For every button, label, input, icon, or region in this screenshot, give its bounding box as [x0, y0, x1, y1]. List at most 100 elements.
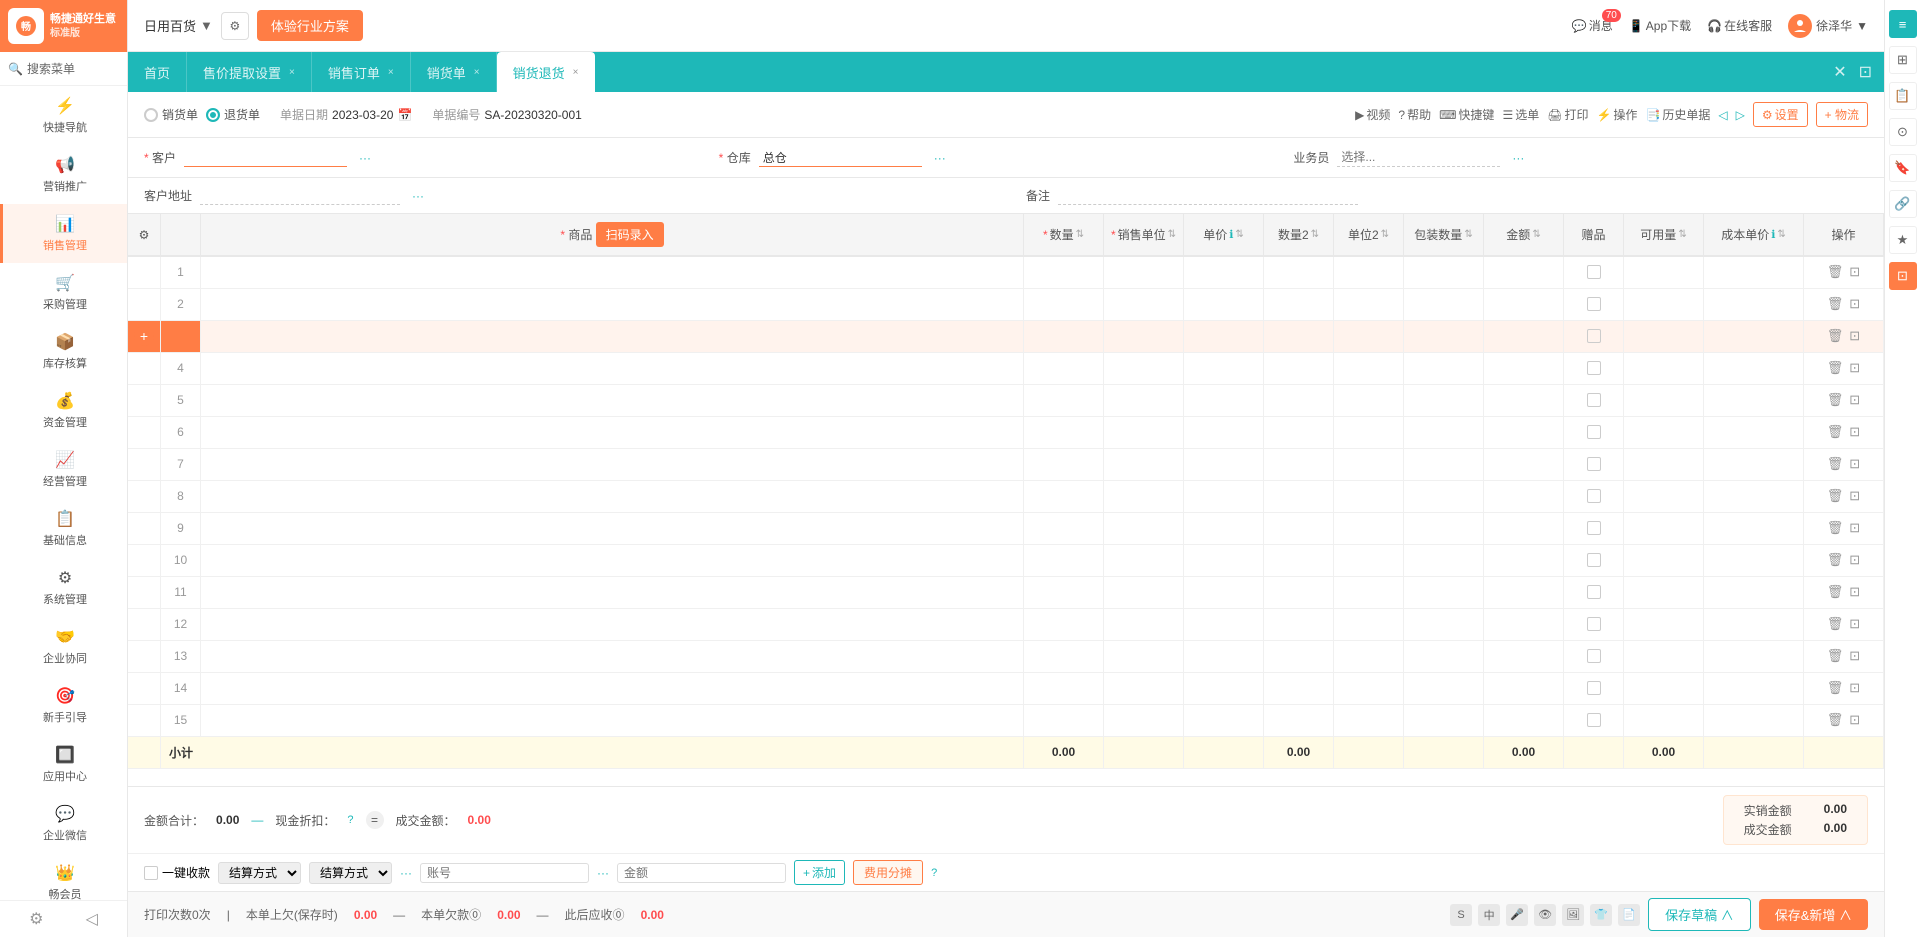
- tab-close-sales-order[interactable]: ×: [388, 67, 394, 78]
- row11-copy-icon[interactable]: ⊡: [1849, 584, 1860, 600]
- row8-delete-icon[interactable]: 🗑: [1827, 488, 1844, 504]
- row13-gift-check[interactable]: [1587, 649, 1601, 663]
- tab-sales-return[interactable]: 销货退货 ×: [497, 52, 596, 92]
- right-panel-grid-view[interactable]: ⊞: [1889, 46, 1917, 74]
- row5-gift-check[interactable]: [1587, 393, 1601, 407]
- row1-price[interactable]: [1184, 256, 1264, 288]
- row3-qty[interactable]: [1024, 320, 1104, 352]
- right-panel-circle[interactable]: ⊙: [1889, 118, 1917, 146]
- row7-delete-icon[interactable]: 🗑: [1827, 456, 1844, 472]
- row12-delete-icon[interactable]: 🗑: [1827, 616, 1844, 632]
- amount-input[interactable]: [617, 863, 786, 883]
- sidebar-item-quicknav[interactable]: ⚡ 快捷导航: [0, 86, 127, 145]
- row5-copy-icon[interactable]: ⊡: [1849, 392, 1860, 408]
- tab-close-all[interactable]: ✕: [1829, 62, 1850, 82]
- app-download-link[interactable]: 📱 App下载: [1629, 17, 1691, 34]
- save-new-button[interactable]: 保存&新增 ∧: [1759, 899, 1868, 930]
- row8-copy-icon[interactable]: ⊡: [1849, 488, 1860, 504]
- video-action[interactable]: ▶ 视频: [1355, 106, 1390, 123]
- avail-sort-icon[interactable]: ⇅: [1678, 229, 1686, 240]
- discount-info-icon[interactable]: ?: [347, 814, 353, 826]
- row9-gift-check[interactable]: [1587, 521, 1601, 535]
- sidebar-item-purchase[interactable]: 🛒 采购管理: [0, 263, 127, 322]
- row11-delete-icon[interactable]: 🗑: [1827, 584, 1844, 600]
- sidebar-item-finance[interactable]: 💰 资金管理: [0, 381, 127, 440]
- row2-copy-icon[interactable]: ⊡: [1849, 296, 1860, 312]
- calendar-icon[interactable]: 📅: [397, 108, 412, 122]
- row4-gift-check[interactable]: [1587, 361, 1601, 375]
- row2-avail[interactable]: [1624, 288, 1704, 320]
- row3-qty2[interactable]: [1264, 320, 1334, 352]
- history-next[interactable]: ▷: [1736, 108, 1745, 122]
- row3-pack[interactable]: [1404, 320, 1484, 352]
- message-button[interactable]: 💬 消息 70: [1572, 17, 1613, 34]
- help-action[interactable]: ? 帮助: [1398, 106, 1431, 123]
- row3-product-input[interactable]: [207, 329, 1017, 343]
- row15-copy-icon[interactable]: ⊡: [1849, 712, 1860, 728]
- tab-close-sales-return[interactable]: ×: [573, 67, 579, 78]
- tab-close-sales[interactable]: ×: [474, 67, 480, 78]
- customer-select-btn[interactable]: ···: [359, 151, 371, 165]
- add-payment-button[interactable]: + 添加: [794, 860, 845, 885]
- unit2-sort-icon[interactable]: ⇅: [1381, 229, 1389, 240]
- row12-copy-icon[interactable]: ⊡: [1849, 616, 1860, 632]
- row1-avail[interactable]: [1624, 256, 1704, 288]
- row10-delete-icon[interactable]: 🗑: [1827, 552, 1844, 568]
- logistics-button[interactable]: + 物流: [1816, 102, 1868, 127]
- sidebar-search[interactable]: 🔍 搜索菜单: [0, 52, 127, 86]
- row15-delete-icon[interactable]: 🗑: [1827, 712, 1844, 728]
- row2-product-input[interactable]: [207, 297, 1017, 311]
- row2-qty2[interactable]: [1264, 288, 1334, 320]
- row6-delete-icon[interactable]: 🗑: [1827, 424, 1844, 440]
- right-panel-star[interactable]: ★: [1889, 226, 1917, 254]
- row2-amount[interactable]: [1484, 288, 1564, 320]
- sidebar-item-basics[interactable]: 📋 基础信息: [0, 499, 127, 558]
- row2-price[interactable]: [1184, 288, 1264, 320]
- row2-unit[interactable]: [1104, 288, 1184, 320]
- row3-avail[interactable]: [1624, 320, 1704, 352]
- sidebar-settings-btn[interactable]: ⚙: [29, 909, 43, 929]
- pack-sort-icon[interactable]: ⇅: [1464, 229, 1472, 240]
- right-panel-clipboard[interactable]: 📋: [1889, 82, 1917, 110]
- sidebar-item-marketing[interactable]: 📢 营销推广: [0, 145, 127, 204]
- row3-cost[interactable]: [1704, 320, 1804, 352]
- row6-gift-check[interactable]: [1587, 425, 1601, 439]
- address-input[interactable]: [200, 186, 400, 205]
- row1-qty[interactable]: [1024, 256, 1104, 288]
- radio-sale[interactable]: 销货单: [144, 106, 198, 123]
- topbar-settings-button[interactable]: ⚙: [221, 12, 249, 40]
- row4-copy-icon[interactable]: ⊡: [1849, 360, 1860, 376]
- right-panel-bookmark[interactable]: 🔖: [1889, 154, 1917, 182]
- row5-delete-icon[interactable]: 🗑: [1827, 392, 1844, 408]
- qty-sort-icon[interactable]: ⇅: [1076, 229, 1084, 240]
- sidebar-item-wecom[interactable]: 💬 企业微信: [0, 794, 127, 853]
- row1-amount[interactable]: [1484, 256, 1564, 288]
- experience-button[interactable]: 体验行业方案: [257, 10, 363, 41]
- tab-home[interactable]: 首页: [128, 52, 187, 92]
- sidebar-item-operations[interactable]: 📈 经营管理: [0, 440, 127, 499]
- customer-input[interactable]: [184, 148, 347, 167]
- row2-cost[interactable]: [1704, 288, 1804, 320]
- price-info-icon[interactable]: ℹ: [1229, 228, 1233, 241]
- right-panel-link[interactable]: 🔗: [1889, 190, 1917, 218]
- row1-delete-icon[interactable]: 🗑: [1827, 264, 1844, 280]
- row2-gift-check[interactable]: [1587, 297, 1601, 311]
- row13-copy-icon[interactable]: ⊡: [1849, 648, 1860, 664]
- row14-gift-check[interactable]: [1587, 681, 1601, 695]
- fee-split-button[interactable]: 费用分摊: [853, 860, 923, 885]
- sidebar-item-system[interactable]: ⚙ 系统管理: [0, 558, 127, 617]
- right-panel-special[interactable]: ⊡: [1889, 262, 1917, 290]
- row6-copy-icon[interactable]: ⊡: [1849, 424, 1860, 440]
- unit-sort-icon[interactable]: ⇅: [1168, 229, 1176, 240]
- one-click-check-box[interactable]: [144, 866, 158, 880]
- sidebar-item-sales[interactable]: 📊 销售管理: [0, 204, 127, 263]
- user-menu[interactable]: 徐泽华 ▼: [1788, 14, 1868, 38]
- row7-gift-check[interactable]: [1587, 457, 1601, 471]
- save-draft-button[interactable]: 保存草稿 ∧: [1648, 898, 1751, 931]
- row9-copy-icon[interactable]: ⊡: [1849, 520, 1860, 536]
- icon-mic[interactable]: 🎤: [1506, 904, 1528, 926]
- sidebar-item-guide[interactable]: 🎯 新手引导: [0, 676, 127, 735]
- sidebar-item-apps[interactable]: 🔲 应用中心: [0, 735, 127, 794]
- one-click-payment-check[interactable]: 一键收款: [144, 864, 210, 881]
- row9-delete-icon[interactable]: 🗑: [1827, 520, 1844, 536]
